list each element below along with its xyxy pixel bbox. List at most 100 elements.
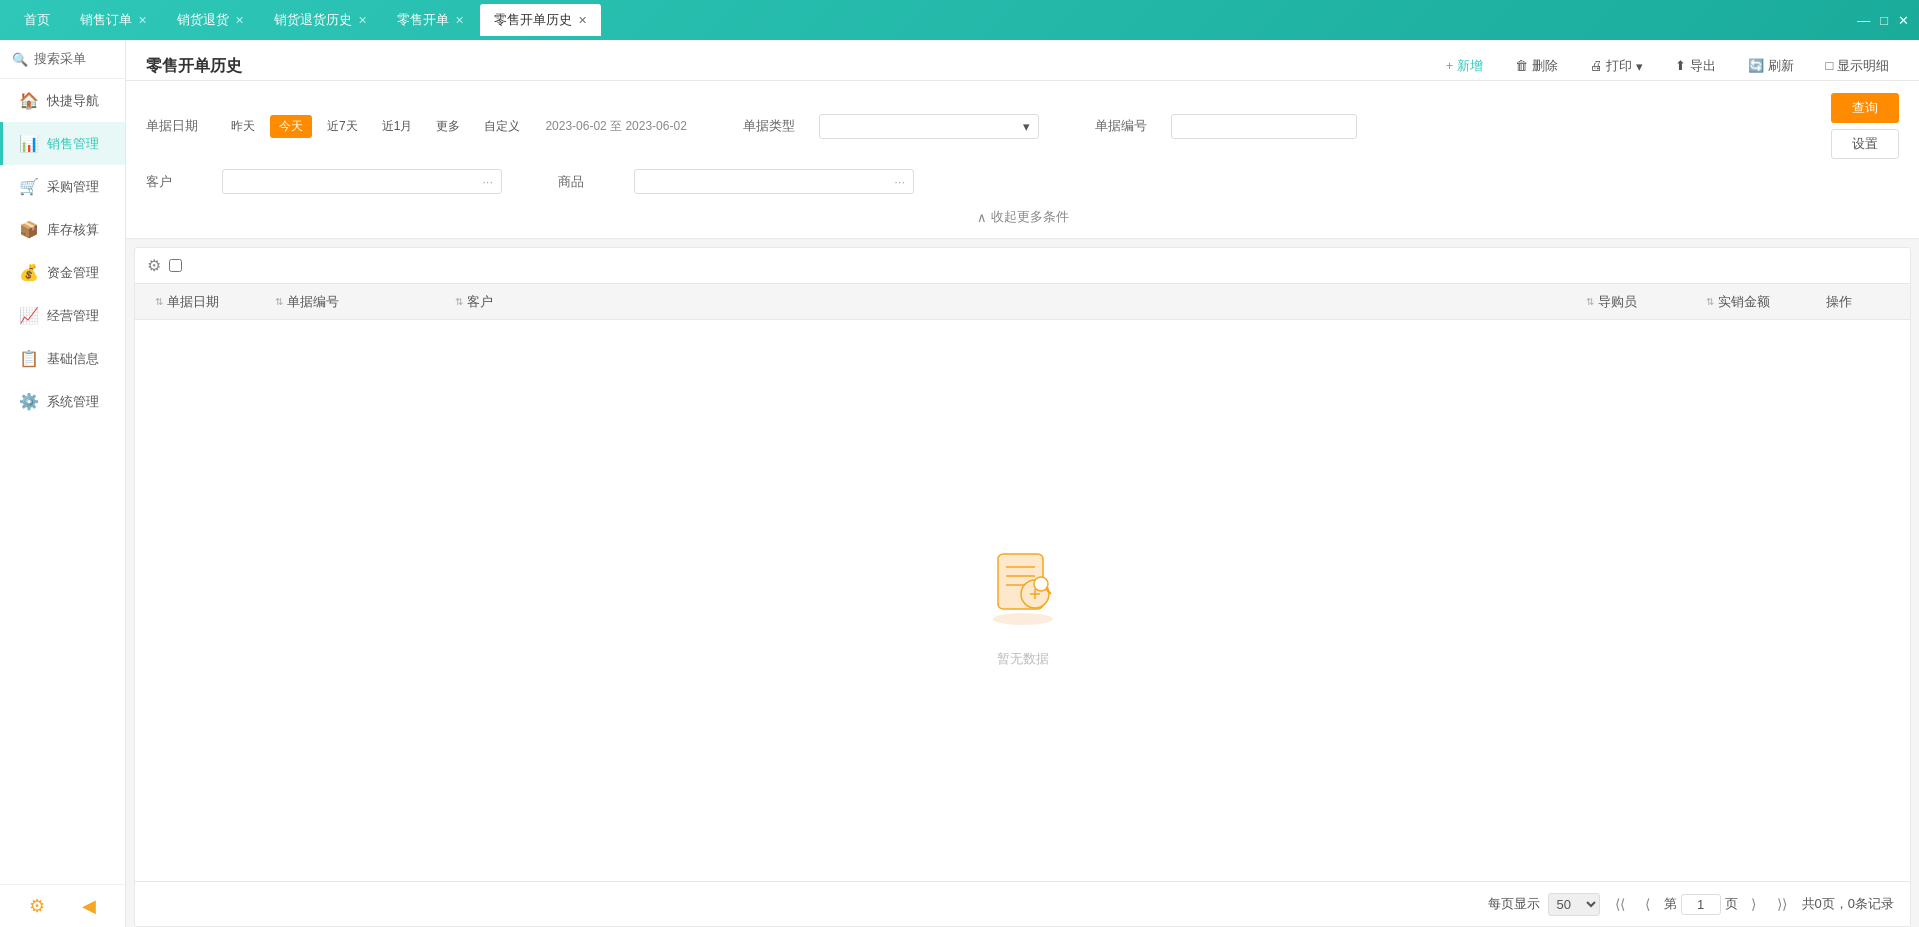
last-page-btn[interactable]: ⟩⟩ bbox=[1770, 892, 1794, 916]
date-more[interactable]: 更多 bbox=[427, 115, 469, 138]
filter-area: 单据日期 昨天 今天 近7天 近1月 更多 自定义 2023-06-02 至 2… bbox=[126, 81, 1919, 239]
table-toolbar: ⚙ bbox=[135, 248, 1910, 284]
sidebar-label-sales-mgmt: 销售管理 bbox=[47, 135, 99, 153]
th-action-label: 操作 bbox=[1826, 293, 1852, 311]
sidebar-item-quick-nav[interactable]: 🏠 快捷导航 bbox=[0, 79, 125, 122]
tab-sales-return-label: 销货退货 bbox=[177, 11, 229, 29]
date-custom[interactable]: 自定义 bbox=[475, 115, 529, 138]
sort-icon-customer[interactable]: ⇅ bbox=[455, 296, 463, 307]
sort-icon-num[interactable]: ⇅ bbox=[275, 296, 283, 307]
tab-sales-return-history-label: 销货退货历史 bbox=[274, 11, 352, 29]
pagination: 每页显示 50 10 20 100 ⟨⟨ ⟨ 第 页 ⟩ ⟩⟩ 共0页，0条记录 bbox=[135, 881, 1910, 926]
minimize-btn[interactable]: — bbox=[1857, 13, 1870, 28]
first-page-btn[interactable]: ⟨⟨ bbox=[1608, 892, 1632, 916]
main-layout: 🔍 搜索采单 🏠 快捷导航 📊 销售管理 🛒 采购管理 📦 库存核算 💰 资金管… bbox=[0, 40, 1919, 927]
print-button[interactable]: 🖨 打印 ▾ bbox=[1580, 52, 1654, 80]
content-area: 零售开单历史 + 新增 🗑 删除 🖨 打印 ▾ ⬆ 导出 🔄 刷新 □ 显示明细… bbox=[126, 40, 1919, 927]
tab-sales-order[interactable]: 销售订单 ✕ bbox=[66, 4, 161, 36]
date-yesterday[interactable]: 昨天 bbox=[222, 115, 264, 138]
th-date-label: 单据日期 bbox=[167, 293, 219, 311]
sidebar-label-quick-nav: 快捷导航 bbox=[47, 92, 99, 110]
tab-sales-return-close[interactable]: ✕ bbox=[235, 14, 244, 27]
maximize-btn[interactable]: □ bbox=[1880, 13, 1888, 28]
query-button[interactable]: 查询 bbox=[1831, 93, 1899, 123]
num-input[interactable] bbox=[1171, 114, 1357, 139]
tab-home-label: 首页 bbox=[24, 11, 50, 29]
th-action: 操作 bbox=[1818, 285, 1898, 319]
prev-page-btn[interactable]: ⟨ bbox=[1636, 892, 1660, 916]
tab-sales-order-label: 销售订单 bbox=[80, 11, 132, 29]
tab-retail-open-label: 零售开单 bbox=[397, 11, 449, 29]
tab-retail-open-history[interactable]: 零售开单历史 ✕ bbox=[480, 4, 601, 36]
date-week[interactable]: 近7天 bbox=[318, 115, 367, 138]
th-guide: ⇅ 导购员 bbox=[1578, 285, 1698, 319]
home-icon: 🏠 bbox=[19, 91, 39, 110]
per-page-label: 每页显示 bbox=[1488, 895, 1540, 913]
sort-icon-guide[interactable]: ⇅ bbox=[1586, 296, 1594, 307]
date-month[interactable]: 近1月 bbox=[373, 115, 422, 138]
sidebar-item-purchase-mgmt[interactable]: 🛒 采购管理 bbox=[0, 165, 125, 208]
tab-home[interactable]: 首页 bbox=[10, 4, 64, 36]
tab-retail-open-history-close[interactable]: ✕ bbox=[578, 14, 587, 27]
empty-illustration bbox=[973, 534, 1073, 634]
sidebar-bottom: ⚙ ◀ bbox=[0, 884, 125, 927]
table-settings-icon[interactable]: ⚙ bbox=[147, 256, 161, 275]
tab-bar: 首页 销售订单 ✕ 销货退货 ✕ 销货退货历史 ✕ 零售开单 ✕ 零售开单历史 … bbox=[10, 4, 1857, 36]
delete-button[interactable]: 🗑 删除 bbox=[1505, 52, 1568, 80]
sidebar-item-operations[interactable]: 📈 经营管理 bbox=[0, 294, 125, 337]
tab-sales-order-close[interactable]: ✕ bbox=[138, 14, 147, 27]
tab-retail-open[interactable]: 零售开单 ✕ bbox=[383, 4, 478, 36]
sidebar-search-label: 搜索采单 bbox=[34, 50, 86, 68]
date-today[interactable]: 今天 bbox=[270, 115, 312, 138]
customer-label: 客户 bbox=[146, 173, 206, 191]
th-customer-label: 客户 bbox=[467, 293, 493, 311]
display-detail-button[interactable]: □ 显示明细 bbox=[1816, 52, 1899, 80]
page-suffix: 页 bbox=[1725, 895, 1738, 913]
filter-settings-button[interactable]: 设置 bbox=[1831, 129, 1899, 159]
collapse-sidebar-icon[interactable]: ◀ bbox=[82, 895, 96, 917]
tab-sales-return-history-close[interactable]: ✕ bbox=[358, 14, 367, 27]
sort-icon-amount[interactable]: ⇅ bbox=[1706, 296, 1714, 307]
filter-row-2: 客户 ··· 商品 ··· bbox=[146, 169, 1899, 194]
sidebar: 🔍 搜索采单 🏠 快捷导航 📊 销售管理 🛒 采购管理 📦 库存核算 💰 资金管… bbox=[0, 40, 126, 927]
goods-label: 商品 bbox=[558, 173, 618, 191]
print-arrow-icon: ▾ bbox=[1636, 59, 1643, 74]
page-title: 零售开单历史 bbox=[146, 56, 242, 77]
num-label: 单据编号 bbox=[1095, 117, 1155, 135]
sidebar-item-basic-info[interactable]: 📋 基础信息 bbox=[0, 337, 125, 380]
sidebar-label-basic-info: 基础信息 bbox=[47, 350, 99, 368]
collapse-row: ∧ 收起更多条件 bbox=[146, 204, 1899, 226]
sort-icon[interactable]: ⇅ bbox=[155, 296, 163, 307]
per-page-select[interactable]: 50 10 20 100 bbox=[1548, 893, 1600, 916]
goods-select[interactable]: ··· bbox=[634, 169, 914, 194]
tab-sales-return[interactable]: 销货退货 ✕ bbox=[163, 4, 258, 36]
customer-select[interactable]: ··· bbox=[222, 169, 502, 194]
customer-dots: ··· bbox=[482, 174, 493, 189]
select-all-checkbox[interactable] bbox=[169, 259, 182, 272]
close-btn[interactable]: ✕ bbox=[1898, 13, 1909, 28]
svg-point-0 bbox=[993, 613, 1053, 625]
chevron-up-icon: ∧ bbox=[977, 210, 987, 225]
tab-retail-open-close[interactable]: ✕ bbox=[455, 14, 464, 27]
th-num-label: 单据编号 bbox=[287, 293, 339, 311]
collapse-label: 收起更多条件 bbox=[991, 208, 1069, 226]
sidebar-search[interactable]: 🔍 搜索采单 bbox=[0, 40, 125, 79]
page-label: 第 bbox=[1664, 895, 1677, 913]
sidebar-item-system-mgmt[interactable]: ⚙️ 系统管理 bbox=[0, 380, 125, 423]
refresh-button[interactable]: 🔄 刷新 bbox=[1738, 52, 1804, 80]
next-page-btn[interactable]: ⟩ bbox=[1742, 892, 1766, 916]
page-input[interactable] bbox=[1681, 894, 1721, 915]
sidebar-item-inventory[interactable]: 📦 库存核算 bbox=[0, 208, 125, 251]
settings-icon[interactable]: ⚙ bbox=[29, 895, 45, 917]
collapse-button[interactable]: ∧ 收起更多条件 bbox=[977, 208, 1069, 226]
svg-point-8 bbox=[1034, 577, 1048, 591]
type-select[interactable]: ▾ bbox=[819, 114, 1039, 139]
sidebar-item-sales-mgmt[interactable]: 📊 销售管理 bbox=[0, 122, 125, 165]
sidebar-item-finance[interactable]: 💰 资金管理 bbox=[0, 251, 125, 294]
tab-sales-return-history[interactable]: 销货退货历史 ✕ bbox=[260, 4, 381, 36]
export-button[interactable]: ⬆ 导出 bbox=[1665, 52, 1726, 80]
new-button[interactable]: + 新增 bbox=[1436, 52, 1493, 80]
th-amount-label: 实销金额 bbox=[1718, 293, 1770, 311]
print-label: 🖨 打印 bbox=[1590, 57, 1633, 75]
empty-state: 暂无数据 bbox=[135, 320, 1910, 881]
